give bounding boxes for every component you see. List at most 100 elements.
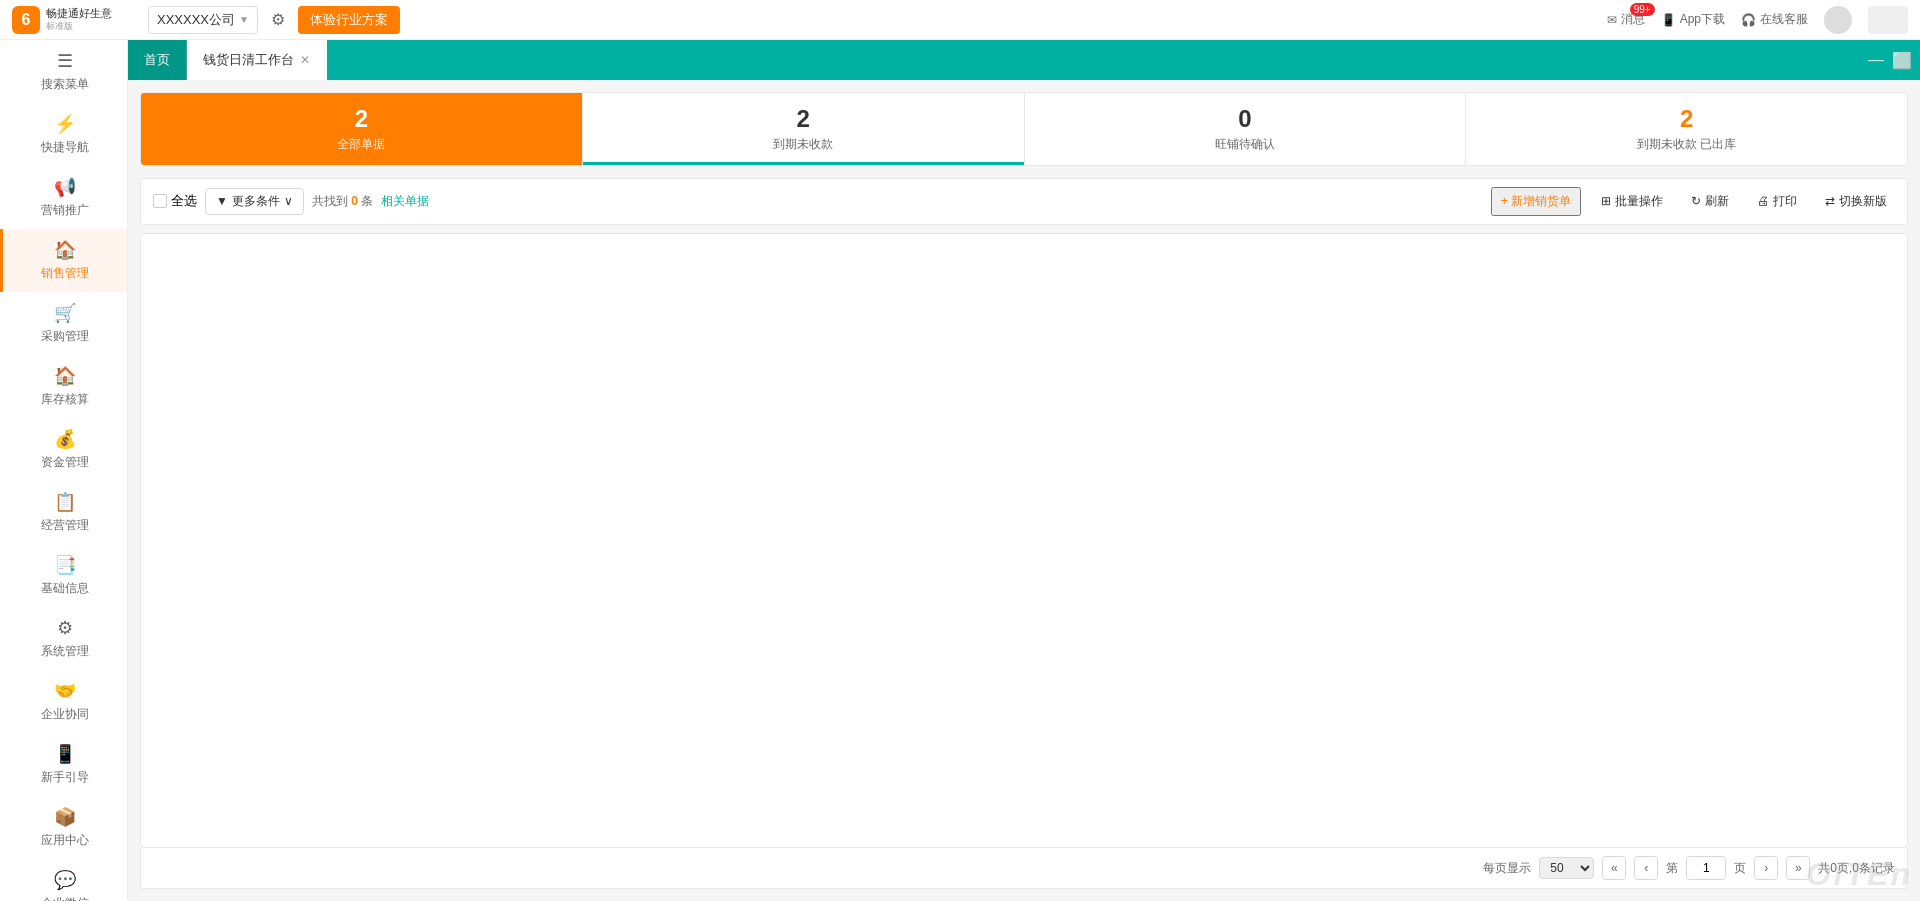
tab-workbench-label: 钱货日清工作台 — [203, 51, 294, 69]
purchase-icon: 🛒 — [54, 302, 76, 324]
sidebar-item-marketing[interactable]: 📢 营销推广 — [0, 166, 127, 229]
company-selector[interactable]: XXXXXX公司 ▼ — [148, 6, 258, 34]
app-download-button[interactable]: 📱 App下载 — [1661, 11, 1725, 28]
sidebar-item-purchase[interactable]: 🛒 采购管理 — [0, 292, 127, 355]
inventory-icon: 🏠 — [54, 365, 76, 387]
sidebar-label-system: 系统管理 — [41, 643, 89, 660]
sidebar-item-operations[interactable]: 📋 经营管理 — [0, 481, 127, 544]
sidebar-label-enterprise: 企业协同 — [41, 706, 89, 723]
prev-page-button[interactable]: ‹ — [1634, 856, 1658, 880]
logo-sub: 标准版 — [46, 20, 112, 33]
sidebar-label-marketing: 营销推广 — [41, 202, 89, 219]
sidebar-item-system[interactable]: ⚙ 系统管理 — [0, 607, 127, 670]
switch-version-button[interactable]: ⇄ 切换新版 — [1817, 189, 1895, 214]
message-badge: 99+ — [1630, 3, 1655, 16]
print-button[interactable]: 🖨 打印 — [1749, 189, 1805, 214]
stat-number-all: 2 — [157, 105, 566, 134]
print-label: 打印 — [1773, 193, 1797, 210]
sidebar-item-basic-info[interactable]: 📑 基础信息 — [0, 544, 127, 607]
content-area: 首页 钱货日清工作台 ✕ — ⬜ 2 全部单据 2 到期未收款 — [128, 40, 1920, 901]
batch-icon: ⊞ — [1601, 194, 1611, 208]
sidebar-item-finance[interactable]: 💰 资金管理 — [0, 418, 127, 481]
sidebar-label-inventory: 库存核算 — [41, 391, 89, 408]
last-page-button[interactable]: » — [1786, 856, 1810, 880]
settings-button[interactable]: ⚙ — [264, 6, 292, 34]
checkbox-icon — [153, 194, 167, 208]
sidebar-label-wechat: 企业微信 — [41, 895, 89, 901]
first-page-button[interactable]: « — [1602, 856, 1626, 880]
main-layout: ☰ 搜索菜单 ⚡ 快捷导航 📢 营销推广 🏠 销售管理 🛒 采购管理 🏠 库存核… — [0, 40, 1920, 901]
message-icon: ✉ — [1607, 13, 1617, 27]
message-button[interactable]: ✉ 消息 99+ — [1607, 11, 1645, 28]
header-right: ✉ 消息 99+ 📱 App下载 🎧 在线客服 — [1607, 6, 1908, 34]
per-page-label: 每页显示 — [1483, 860, 1531, 877]
sidebar: ☰ 搜索菜单 ⚡ 快捷导航 📢 营销推广 🏠 销售管理 🛒 采购管理 🏠 库存核… — [0, 40, 128, 901]
marketing-icon: 📢 — [54, 176, 76, 198]
sidebar-label-guide: 新手引导 — [41, 769, 89, 786]
table-area — [140, 233, 1908, 848]
tab-bar-actions: — ⬜ — [1860, 40, 1920, 80]
page-content: 2 全部单据 2 到期未收款 0 旺铺待确认 2 到期未收款 已出库 — [128, 80, 1920, 901]
tab-close-icon[interactable]: ✕ — [300, 53, 310, 67]
filter-button[interactable]: ▼ 更多条件 ∨ — [205, 188, 304, 215]
tab-home[interactable]: 首页 — [128, 40, 187, 80]
next-page-button[interactable]: › — [1754, 856, 1778, 880]
select-all-checkbox[interactable]: 全选 — [153, 192, 197, 210]
sidebar-label-operations: 经营管理 — [41, 517, 89, 534]
search-menu-icon: ☰ — [57, 50, 73, 72]
stat-cards: 2 全部单据 2 到期未收款 0 旺铺待确认 2 到期未收款 已出库 — [140, 92, 1908, 166]
filter-label: 更多条件 — [232, 193, 280, 210]
batch-label: 批量操作 — [1615, 193, 1663, 210]
page-label: 第 — [1666, 860, 1678, 877]
page-input[interactable] — [1686, 856, 1726, 880]
trial-button[interactable]: 体验行业方案 — [298, 6, 400, 34]
refresh-button[interactable]: ↻ 刷新 — [1683, 189, 1737, 214]
app-download-label: App下载 — [1680, 11, 1725, 28]
minimize-icon[interactable]: — — [1868, 51, 1884, 69]
online-service-button[interactable]: 🎧 在线客服 — [1741, 11, 1808, 28]
sidebar-item-sales[interactable]: 🏠 销售管理 — [0, 229, 127, 292]
switch-icon: ⇄ — [1825, 194, 1835, 208]
tab-workbench[interactable]: 钱货日清工作台 ✕ — [187, 40, 327, 80]
stat-card-all[interactable]: 2 全部单据 — [141, 93, 583, 165]
sidebar-item-inventory[interactable]: 🏠 库存核算 — [0, 355, 127, 418]
switch-label: 切换新版 — [1839, 193, 1887, 210]
filter-icon: ▼ — [216, 194, 228, 208]
top-header: 6 畅捷通好生意 标准版 XXXXXX公司 ▼ ⚙ 体验行业方案 ✉ 消息 99… — [0, 0, 1920, 40]
wechat-icon: 💬 — [54, 869, 76, 891]
guide-icon: 📱 — [54, 743, 76, 765]
stat-card-overdue-unshipped[interactable]: 2 到期未收款 已出库 — [1466, 93, 1907, 165]
sidebar-item-quick-nav[interactable]: ⚡ 快捷导航 — [0, 103, 127, 166]
maximize-icon[interactable]: ⬜ — [1892, 51, 1912, 70]
sidebar-item-enterprise[interactable]: 🤝 企业协同 — [0, 670, 127, 733]
found-count: 0 — [351, 194, 358, 208]
sidebar-item-search-menu[interactable]: ☰ 搜索菜单 — [0, 40, 127, 103]
stat-card-pending[interactable]: 0 旺铺待确认 — [1025, 93, 1467, 165]
tab-bar: 首页 钱货日清工作台 ✕ — ⬜ — [128, 40, 1920, 80]
stat-underline — [583, 162, 1024, 165]
operations-icon: 📋 — [54, 491, 76, 513]
sidebar-item-guide[interactable]: 📱 新手引导 — [0, 733, 127, 796]
stat-card-overdue-unpaid[interactable]: 2 到期未收款 — [583, 93, 1025, 165]
new-order-button[interactable]: + 新增销货单 — [1491, 187, 1581, 216]
stat-label-pending: 旺铺待确认 — [1041, 136, 1450, 153]
sidebar-label-sales: 销售管理 — [41, 265, 89, 282]
finance-icon: 💰 — [54, 428, 76, 450]
sidebar-item-app-center[interactable]: 📦 应用中心 — [0, 796, 127, 859]
filter-chevron-icon: ∨ — [284, 194, 293, 208]
sidebar-label-basic-info: 基础信息 — [41, 580, 89, 597]
select-all-label: 全选 — [171, 192, 197, 210]
batch-operation-button[interactable]: ⊞ 批量操作 — [1593, 189, 1671, 214]
per-page-select[interactable]: 50 10 20 100 — [1539, 857, 1594, 879]
sidebar-item-wechat[interactable]: 💬 企业微信 — [0, 859, 127, 901]
tab-home-label: 首页 — [144, 51, 170, 69]
related-orders-link[interactable]: 相关单据 — [381, 193, 429, 210]
quick-nav-icon: ⚡ — [54, 113, 76, 135]
avatar-name[interactable] — [1868, 6, 1908, 34]
basic-info-icon: 📑 — [54, 554, 76, 576]
sidebar-label-purchase: 采购管理 — [41, 328, 89, 345]
logo-text: 畅捷通好生意 — [46, 6, 112, 20]
avatar[interactable] — [1824, 6, 1852, 34]
sidebar-label-search-menu: 搜索菜单 — [41, 76, 89, 93]
app-icon: 📱 — [1661, 13, 1676, 27]
